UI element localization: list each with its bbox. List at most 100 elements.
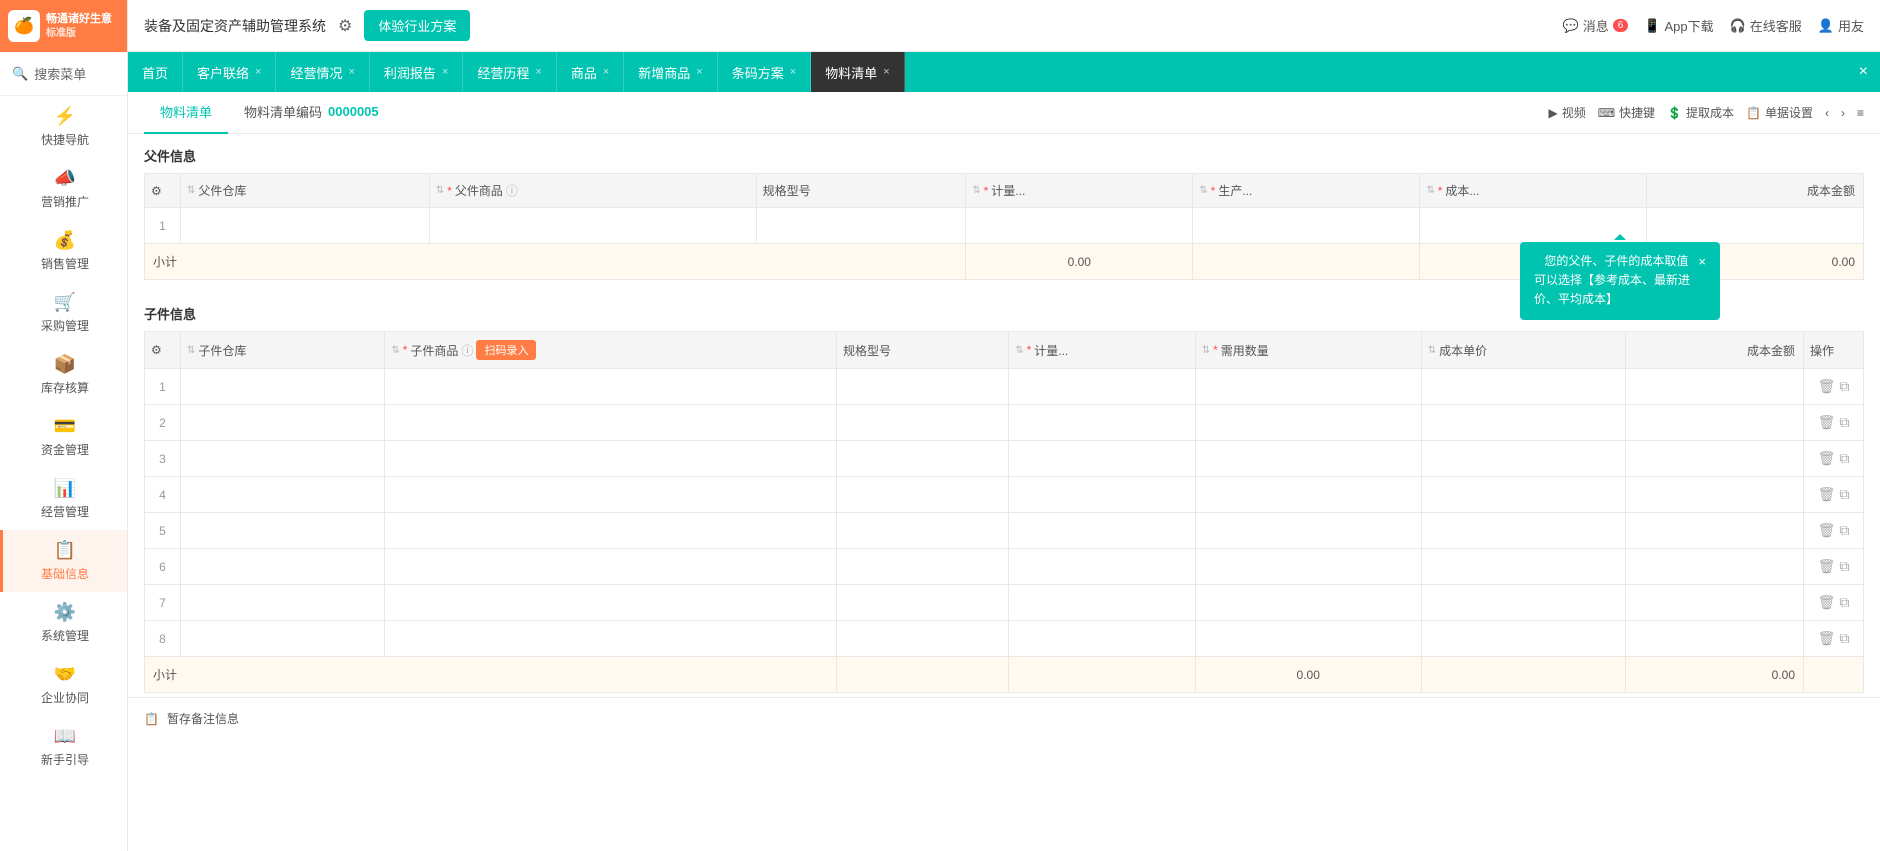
tooltip-close-button[interactable]: × — [1698, 252, 1706, 273]
child-spec-cell[interactable] — [836, 405, 1008, 441]
sidebar-item-operations[interactable]: 📊 经营管理 — [0, 468, 127, 530]
child-unit-cell[interactable] — [1009, 549, 1196, 585]
child-qty-cell[interactable] — [1195, 477, 1421, 513]
copy-icon[interactable]: ⧉ — [1839, 414, 1849, 431]
close-tab-new-goods[interactable]: × — [696, 66, 702, 78]
delete-icon[interactable]: 🗑 — [1818, 630, 1836, 647]
parent-production-cell[interactable] — [1193, 208, 1420, 244]
tab-goods[interactable]: 商品 × — [557, 52, 624, 92]
sidebar-item-quick-nav[interactable]: ⚡ 快捷导航 — [0, 96, 127, 158]
child-col-settings[interactable]: ⚙ — [145, 332, 181, 369]
child-spec-cell[interactable] — [836, 549, 1008, 585]
parent-cost-cell[interactable] — [1420, 208, 1647, 244]
sidebar-item-inventory[interactable]: 📦 库存核算 — [0, 344, 127, 406]
delete-icon[interactable]: 🗑 — [1818, 558, 1836, 575]
delete-icon[interactable]: 🗑 — [1818, 594, 1836, 611]
sidebar-item-finance[interactable]: 💳 资金管理 — [0, 406, 127, 468]
trial-button[interactable]: 体验行业方案 — [364, 10, 470, 41]
tab-bom[interactable]: 物料清单 × — [811, 52, 904, 92]
shortcuts-action[interactable]: ⌨ 快捷键 — [1598, 104, 1655, 121]
sidebar-item-marketing[interactable]: 📣 营销推广 — [0, 158, 127, 220]
user-item[interactable]: 👤 用友 — [1818, 16, 1864, 35]
extract-cost-action[interactable]: 💲 提取成本 — [1667, 104, 1734, 121]
child-unit-cost-cell[interactable] — [1421, 621, 1625, 657]
delete-icon[interactable]: 🗑 — [1818, 486, 1836, 503]
child-unit-cell[interactable] — [1009, 477, 1196, 513]
scan-button[interactable]: 扫码录入 — [476, 340, 536, 360]
sidebar-item-guide[interactable]: 📖 新手引导 — [0, 716, 127, 778]
settings-icon[interactable]: ⚙ — [338, 16, 352, 36]
close-tab-profit[interactable]: × — [442, 66, 448, 78]
close-tab-goods[interactable]: × — [603, 66, 609, 78]
child-unit-cell[interactable] — [1009, 441, 1196, 477]
child-product-cell[interactable] — [385, 513, 837, 549]
child-unit-cost-cell[interactable] — [1421, 369, 1625, 405]
child-warehouse-cell[interactable] — [181, 585, 385, 621]
child-product-cell[interactable] — [385, 405, 837, 441]
close-tab-customer[interactable]: × — [255, 66, 261, 78]
tab-new-goods[interactable]: 新增商品 × — [624, 52, 717, 92]
child-unit-cell[interactable] — [1009, 585, 1196, 621]
close-tab-operations[interactable]: × — [348, 66, 354, 78]
search-menu-button[interactable]: 🔍 搜索菜单 — [8, 60, 119, 87]
online-service-item[interactable]: 🎧 在线客服 — [1730, 16, 1802, 35]
parent-col-settings[interactable]: ⚙ — [145, 174, 181, 208]
child-product-cell[interactable] — [385, 549, 837, 585]
child-unit-cell[interactable] — [1009, 621, 1196, 657]
close-tab-bom[interactable]: × — [883, 66, 889, 78]
child-spec-cell[interactable] — [836, 513, 1008, 549]
tab-home[interactable]: 首页 — [128, 52, 183, 92]
sidebar-item-system[interactable]: ⚙️ 系统管理 — [0, 592, 127, 654]
sidebar-item-sales[interactable]: 💰 销售管理 — [0, 220, 127, 282]
child-spec-cell[interactable] — [836, 369, 1008, 405]
child-product-cell[interactable] — [385, 477, 837, 513]
child-warehouse-cell[interactable] — [181, 441, 385, 477]
child-product-cell[interactable] — [385, 621, 837, 657]
tab-customer[interactable]: 客户联络 × — [183, 52, 276, 92]
copy-icon[interactable]: ⧉ — [1839, 522, 1849, 539]
child-qty-cell[interactable] — [1195, 585, 1421, 621]
sidebar-item-basic-info[interactable]: 📋 基础信息 — [0, 530, 127, 592]
copy-icon[interactable]: ⧉ — [1839, 450, 1849, 467]
child-unit-cost-cell[interactable] — [1421, 441, 1625, 477]
child-unit-cost-cell[interactable] — [1421, 585, 1625, 621]
copy-icon[interactable]: ⧉ — [1839, 558, 1849, 575]
child-qty-cell[interactable] — [1195, 405, 1421, 441]
child-warehouse-cell[interactable] — [181, 405, 385, 441]
copy-icon[interactable]: ⧉ — [1839, 378, 1849, 395]
child-qty-cell[interactable] — [1195, 513, 1421, 549]
sidebar-item-purchase[interactable]: 🛒 采购管理 — [0, 282, 127, 344]
child-unit-cost-cell[interactable] — [1421, 549, 1625, 585]
sidebar-search[interactable]: 🔍 搜索菜单 — [0, 52, 127, 96]
copy-icon[interactable]: ⧉ — [1839, 486, 1849, 503]
close-tab-history[interactable]: × — [535, 66, 541, 78]
prev-icon[interactable]: ‹ — [1825, 106, 1829, 120]
child-warehouse-cell[interactable] — [181, 621, 385, 657]
delete-icon[interactable]: 🗑 — [1818, 522, 1836, 539]
next-icon[interactable]: › — [1841, 106, 1845, 120]
parent-spec-cell[interactable] — [756, 208, 966, 244]
delete-icon[interactable]: 🗑 — [1818, 378, 1836, 395]
child-spec-cell[interactable] — [836, 621, 1008, 657]
parent-warehouse-cell[interactable] — [181, 208, 430, 244]
sidebar-item-enterprise[interactable]: 🤝 企业协同 — [0, 654, 127, 716]
sub-tab-bom-list[interactable]: 物料清单 — [144, 92, 228, 134]
child-unit-cost-cell[interactable] — [1421, 513, 1625, 549]
child-spec-cell[interactable] — [836, 585, 1008, 621]
copy-icon[interactable]: ⧉ — [1839, 594, 1849, 611]
tab-history[interactable]: 经营历程 × — [463, 52, 556, 92]
copy-icon[interactable]: ⧉ — [1839, 630, 1849, 647]
child-qty-cell[interactable] — [1195, 441, 1421, 477]
child-qty-cell[interactable] — [1195, 369, 1421, 405]
sub-tab-bom-code[interactable]: 物料清单编码 0000005 — [228, 92, 395, 134]
child-spec-cell[interactable] — [836, 477, 1008, 513]
child-qty-cell[interactable] — [1195, 621, 1421, 657]
child-product-cell[interactable] — [385, 369, 837, 405]
app-download-item[interactable]: 📱 App下载 — [1644, 16, 1713, 35]
list-view-icon[interactable]: ≡ — [1857, 106, 1864, 120]
child-unit-cost-cell[interactable] — [1421, 477, 1625, 513]
child-warehouse-cell[interactable] — [181, 369, 385, 405]
nav-close-all[interactable]: × — [1847, 63, 1880, 81]
child-unit-cell[interactable] — [1009, 513, 1196, 549]
delete-icon[interactable]: 🗑 — [1818, 450, 1836, 467]
